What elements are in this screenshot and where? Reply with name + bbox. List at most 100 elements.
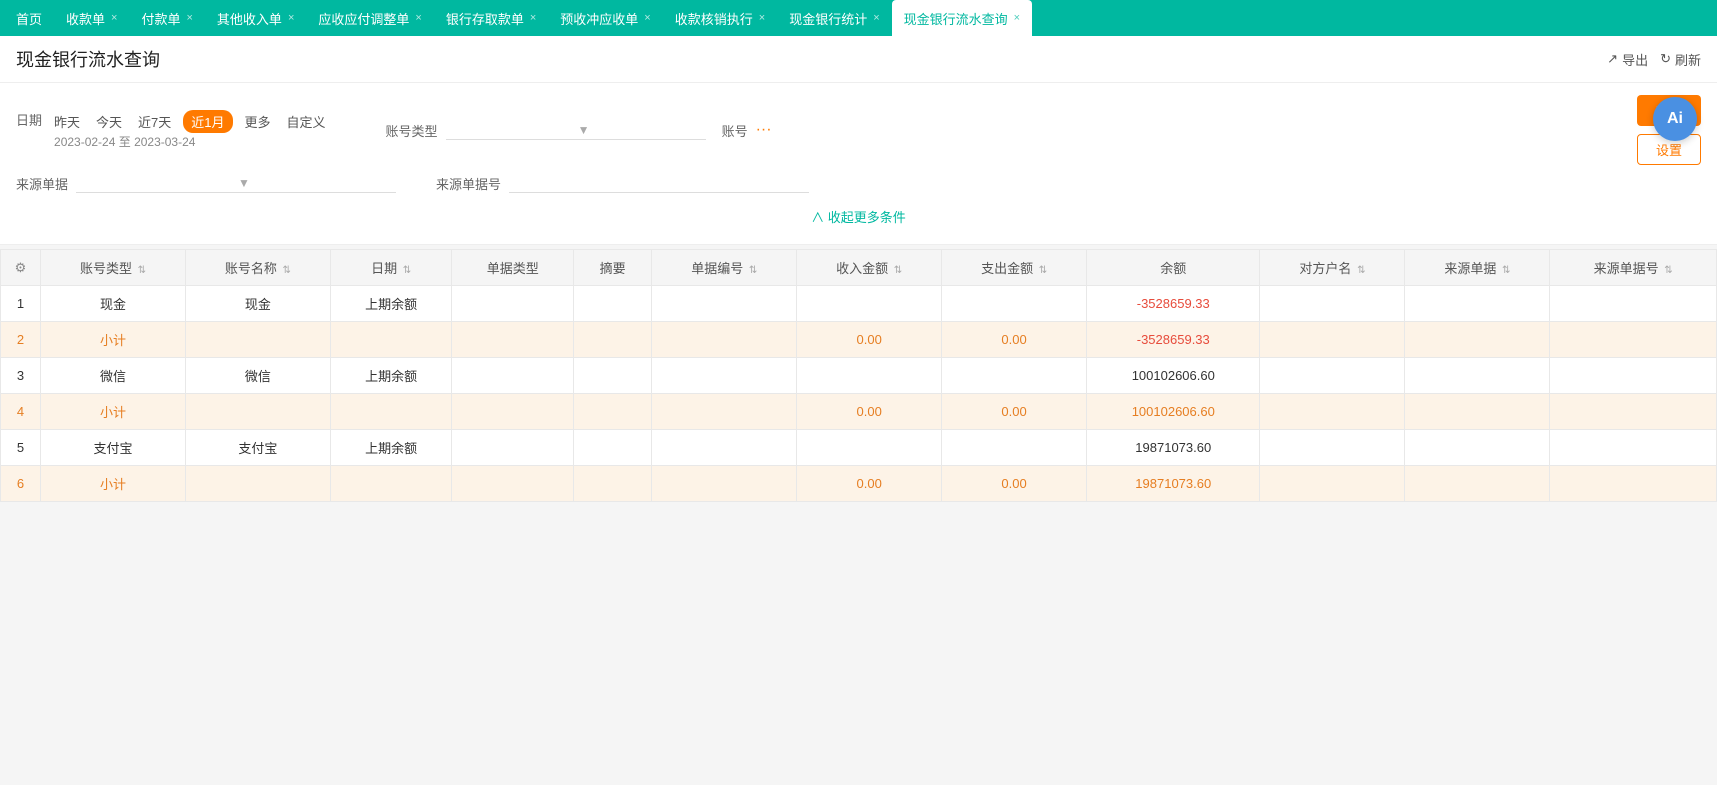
source-doc-no-cell [1550,322,1717,358]
close-icon[interactable]: × [415,12,421,24]
account-type-cell: 小计 [41,322,186,358]
doc-no-cell [652,286,797,322]
balance-cell: 19871073.60 [1087,430,1260,466]
filter-row-source: 来源单据 ▼ 来源单据号 [16,173,1701,193]
column-summary: 摘要 [574,250,652,286]
column-gear[interactable]: ⚙ [1,250,41,286]
source-doc-no-filter: 来源单据号 [436,173,809,193]
counterparty-cell [1260,394,1405,430]
nav-item-advance[interactable]: 预收冲应收单 × [548,0,662,36]
balance-cell: 19871073.60 [1087,466,1260,502]
balance-cell: 100102606.60 [1087,394,1260,430]
source-doc-cell [1405,286,1550,322]
close-icon[interactable]: × [186,12,192,24]
date-cell [330,466,452,502]
gear-icon[interactable]: ⚙ [15,260,27,276]
date-buttons: 昨天 今天 近7天 近1月 更多 自定义 [50,110,330,133]
nav-item-other-income[interactable]: 其他收入单 × [205,0,306,36]
date-btn-yesterday[interactable]: 昨天 [50,110,84,133]
sort-icon: ⇅ [1039,265,1047,276]
column-expense[interactable]: 支出金额 ⇅ [942,250,1087,286]
summary-cell [574,358,652,394]
account-name-cell [185,394,330,430]
doc-type-cell [452,430,574,466]
column-counterparty[interactable]: 对方户名 ⇅ [1260,250,1405,286]
income-cell: 0.00 [797,466,942,502]
account-type-cell: 支付宝 [41,430,186,466]
account-more-button[interactable]: ··· [756,121,772,139]
income-cell [797,286,942,322]
close-icon[interactable]: × [288,12,294,24]
account-type-label: 账号类型 [386,121,438,140]
date-btn-more[interactable]: 更多 [241,110,275,133]
source-doc-no-cell [1550,286,1717,322]
source-doc-cell [1405,358,1550,394]
close-icon[interactable]: × [1014,12,1020,24]
column-account-type[interactable]: 账号类型 ⇅ [41,250,186,286]
close-icon[interactable]: × [759,12,765,24]
refresh-icon: ↻ [1660,51,1671,67]
nav-item-statistics[interactable]: 现金银行统计 × [777,0,891,36]
income-cell [797,430,942,466]
date-cell [330,394,452,430]
nav-item-payment[interactable]: 付款单 × [129,0,204,36]
date-cell: 上期余额 [330,286,452,322]
account-type-select[interactable]: ▼ [446,121,706,140]
source-doc-cell [1405,466,1550,502]
date-btn-custom[interactable]: 自定义 [283,110,330,133]
counterparty-cell [1260,286,1405,322]
source-doc-filter: 来源单据 ▼ [16,174,396,193]
summary-cell [574,286,652,322]
date-options-container: 昨天 今天 近7天 近1月 更多 自定义 2023-02-24 至 2023-0… [50,110,330,150]
chevron-down-icon: ▼ [578,123,702,137]
close-icon[interactable]: × [644,12,650,24]
sort-icon: ⇅ [1502,265,1510,276]
doc-no-cell [652,430,797,466]
summary-cell [574,322,652,358]
page-header: 现金银行流水查询 ↗ 导出 ↻ 刷新 [0,36,1717,83]
source-doc-no-cell [1550,358,1717,394]
column-account-name[interactable]: 账号名称 ⇅ [185,250,330,286]
export-button[interactable]: ↗ 导出 [1607,50,1648,69]
source-doc-label: 来源单据 [16,174,68,193]
column-source-doc[interactable]: 来源单据 ⇅ [1405,250,1550,286]
nav-item-verification[interactable]: 收款核销执行 × [663,0,777,36]
date-btn-1month[interactable]: 近1月 [183,110,232,133]
nav-item-adjustment[interactable]: 应收应付调整单 × [306,0,433,36]
collapse-filters-button[interactable]: ∧ 收起更多条件 [16,201,1701,232]
close-icon[interactable]: × [873,12,879,24]
column-doc-no[interactable]: 单据编号 ⇅ [652,250,797,286]
income-cell [797,358,942,394]
close-icon[interactable]: × [111,12,117,24]
source-doc-no-input[interactable] [509,173,809,193]
source-doc-no-cell [1550,430,1717,466]
filter-area: 日期 昨天 今天 近7天 近1月 更多 自定义 2023-02-24 至 202… [0,83,1717,245]
date-btn-7days[interactable]: 近7天 [134,110,175,133]
row-number: 6 [1,466,41,502]
source-doc-cell [1405,394,1550,430]
column-date[interactable]: 日期 ⇅ [330,250,452,286]
date-btn-today[interactable]: 今天 [92,110,126,133]
account-type-cell: 微信 [41,358,186,394]
refresh-button[interactable]: ↻ 刷新 [1660,50,1701,69]
counterparty-cell [1260,358,1405,394]
nav-item-cashflow[interactable]: 现金银行流水查询 × [892,0,1032,36]
sort-icon: ⇅ [1664,265,1672,276]
nav-item-home[interactable]: 首页 [4,0,54,36]
expense-cell: 0.00 [942,466,1087,502]
date-cell: 上期余额 [330,358,452,394]
income-cell: 0.00 [797,394,942,430]
doc-type-cell [452,394,574,430]
nav-item-bank-deposit[interactable]: 银行存取款单 × [434,0,548,36]
column-income[interactable]: 收入金额 ⇅ [797,250,942,286]
ai-assistant-button[interactable]: Ai [1653,97,1697,141]
nav-item-receipt[interactable]: 收款单 × [54,0,129,36]
account-type-cell: 小计 [41,466,186,502]
close-icon[interactable]: × [530,12,536,24]
account-name-cell [185,322,330,358]
doc-type-cell [452,466,574,502]
source-doc-select[interactable]: ▼ [76,174,396,193]
column-balance: 余额 [1087,250,1260,286]
column-source-doc-no[interactable]: 来源单据号 ⇅ [1550,250,1717,286]
source-doc-no-label: 来源单据号 [436,174,501,193]
